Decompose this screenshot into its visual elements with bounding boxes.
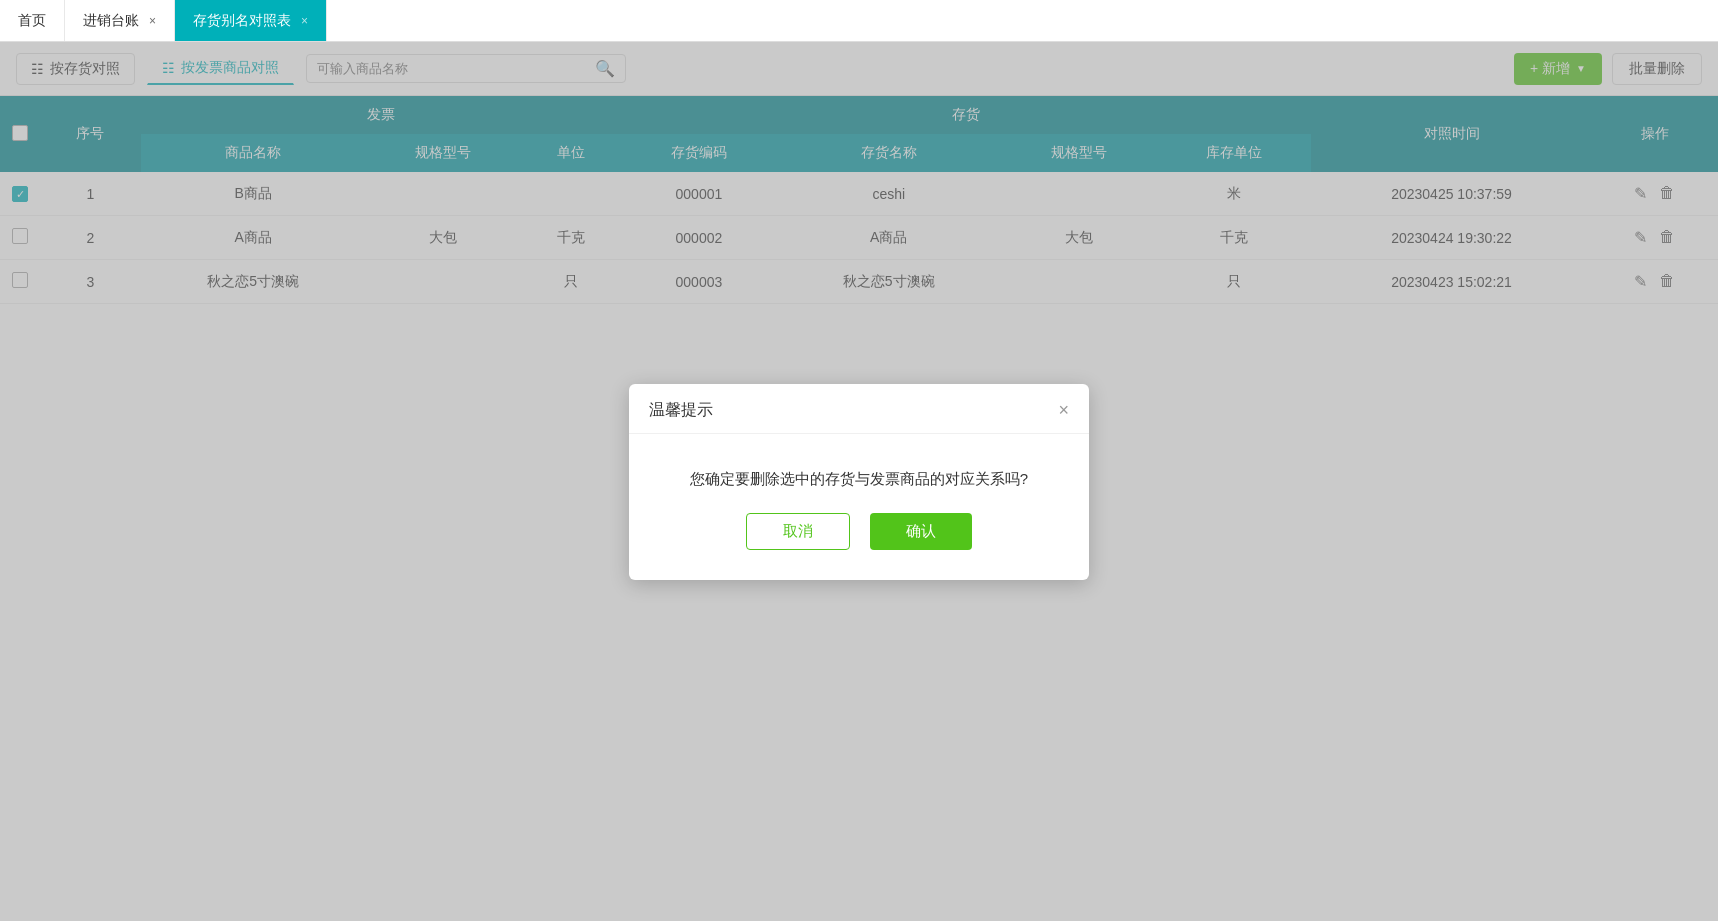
tab-ledger-close[interactable]: ×: [149, 14, 156, 28]
tab-ledger-label: 进销台账: [83, 12, 139, 30]
main-content: ☷ 按存货对照 ☷ 按发票商品对照 🔍 + 新增 ▼ 批量删除: [0, 42, 1718, 921]
tab-home[interactable]: 首页: [0, 0, 65, 41]
dialog-message: 您确定要删除选中的存货与发票商品的对应关系吗?: [690, 470, 1028, 487]
tab-bar: 首页 进销台账 × 存货别名对照表 ×: [0, 0, 1718, 42]
tab-inventory-map-close[interactable]: ×: [301, 14, 308, 28]
tab-home-label: 首页: [18, 12, 46, 30]
confirm-dialog: 温馨提示 × 您确定要删除选中的存货与发票商品的对应关系吗? 取消 确认: [629, 384, 1089, 580]
tab-inventory-map-label: 存货别名对照表: [193, 12, 291, 30]
tab-inventory-map[interactable]: 存货别名对照表 ×: [175, 0, 327, 41]
dialog-footer: 取消 确认: [629, 513, 1089, 580]
tab-ledger[interactable]: 进销台账 ×: [65, 0, 175, 41]
dialog-title: 温馨提示: [649, 400, 713, 421]
dialog-header: 温馨提示 ×: [629, 384, 1089, 434]
dialog-overlay: 温馨提示 × 您确定要删除选中的存货与发票商品的对应关系吗? 取消 确认: [0, 42, 1718, 921]
dialog-body: 您确定要删除选中的存货与发票商品的对应关系吗?: [629, 434, 1089, 513]
confirm-button[interactable]: 确认: [870, 513, 972, 550]
dialog-close-button[interactable]: ×: [1058, 401, 1069, 419]
cancel-button[interactable]: 取消: [746, 513, 850, 550]
